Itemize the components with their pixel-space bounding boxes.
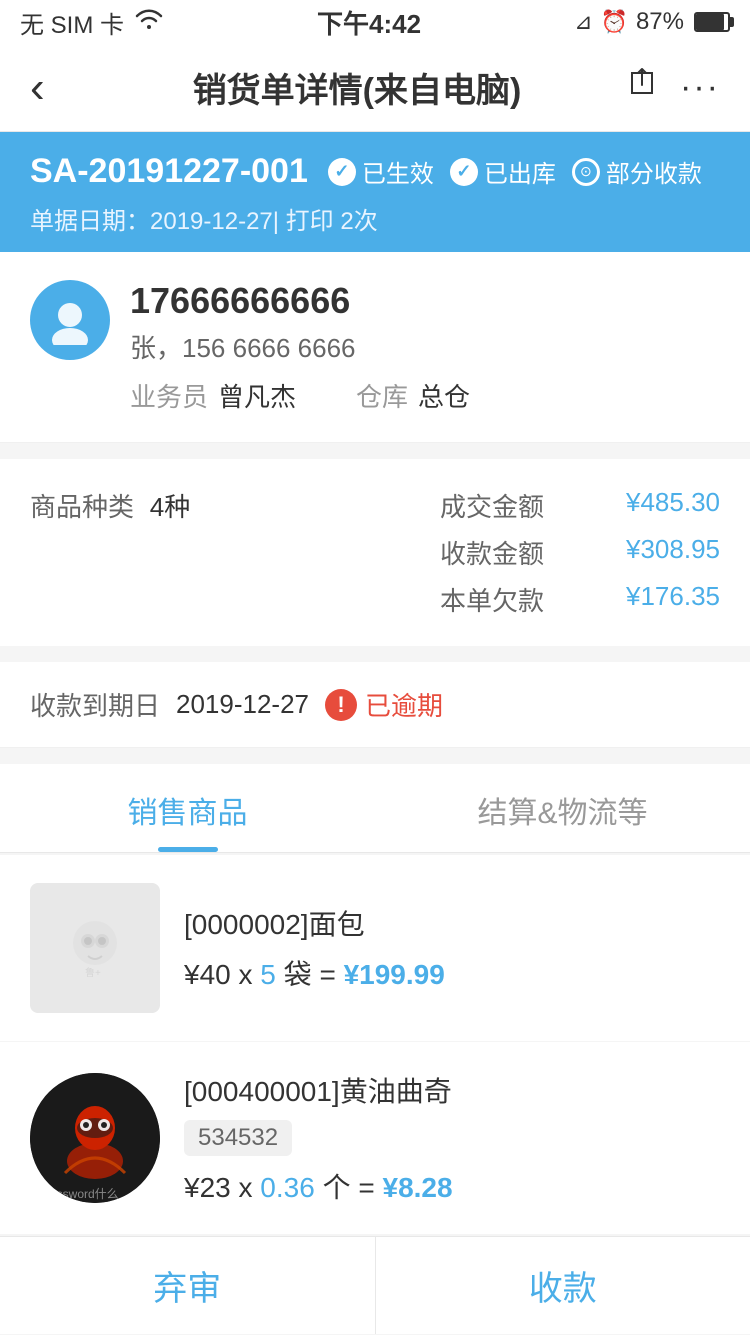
badge-shipped: ✓ 已出库 — [450, 154, 556, 189]
battery-text: 87% — [636, 8, 684, 36]
customer-section: 17666666666 张，156 6666 6666 业务员 曾凡杰 仓库 总… — [0, 252, 750, 443]
due-label: 收款到期日 — [30, 686, 160, 723]
product-info-2: [000400001]黄油曲奇 534532 ¥23 x 0.36 个 = ¥8… — [184, 1070, 720, 1206]
products-section: 鲁+ [0000002]面包 ¥40 x 5 袋 = ¥199.99 — [0, 855, 750, 1235]
customer-id-phone: 17666666666 — [130, 280, 720, 322]
status-bar: 无 SIM 卡 下午4:42 ⊿ ⏰ 87% — [0, 0, 750, 44]
product-name-1: [0000002]面包 — [184, 903, 720, 943]
owed-label: 本单欠款 — [440, 581, 544, 618]
status-badges: ✓ 已生效 ✓ 已出库 ⊙ 部分收款 — [328, 154, 702, 189]
wifi-icon — [134, 7, 164, 38]
clock-icon: ⊙ — [572, 158, 600, 186]
tab-sales-products[interactable]: 销售商品 — [0, 764, 375, 852]
sales-person: 业务员 曾凡杰 — [130, 377, 296, 414]
share-icon[interactable] — [624, 65, 660, 110]
overdue-icon: ! — [325, 689, 357, 721]
product-name-2: [000400001]黄油曲奇 — [184, 1070, 720, 1110]
battery-icon — [694, 12, 730, 32]
svg-text:鲁+: 鲁+ — [85, 966, 101, 979]
types-label: 商品种类 — [30, 492, 134, 522]
alarm-icon: ⏰ — [601, 9, 628, 35]
no-sim-text: 无 SIM 卡 — [20, 5, 124, 40]
tabs-section: 销售商品 结算&物流等 — [0, 764, 750, 853]
date-label: 单据日期： — [30, 208, 150, 235]
svg-text:assword什么: assword什么 — [50, 1187, 119, 1201]
more-icon[interactable]: ··· — [680, 68, 720, 107]
warehouse-value: 总仓 — [418, 377, 470, 414]
header-band: SA-20191227-001 ✓ 已生效 ✓ 已出库 ⊙ 部分收款 单据日期：… — [0, 132, 750, 252]
owed-value: ¥176.35 — [626, 581, 720, 618]
product-image-2: assword什么 — [30, 1073, 160, 1203]
collect-payment-button[interactable]: 收款 — [376, 1237, 750, 1334]
product-price-1: ¥40 x 5 袋 = ¥199.99 — [184, 953, 720, 993]
location-icon: ⊿ — [574, 9, 592, 35]
received-value: ¥308.95 — [626, 534, 720, 571]
types-value: 4种 — [150, 492, 190, 522]
deal-amount-label: 成交金额 — [440, 487, 544, 524]
customer-meta: 业务员 曾凡杰 仓库 总仓 — [130, 377, 720, 414]
due-section: 收款到期日 2019-12-27 ! 已逾期 — [0, 662, 750, 748]
cancel-review-button[interactable]: 弃审 — [0, 1237, 376, 1334]
sales-label: 业务员 — [130, 377, 208, 414]
product-item-2: assword什么 [000400001]黄油曲奇 534532 ¥23 x 0… — [0, 1042, 750, 1235]
product-price-2: ¥23 x 0.36 个 = ¥8.28 — [184, 1166, 720, 1206]
product-info-1: [0000002]面包 ¥40 x 5 袋 = ¥199.99 — [184, 903, 720, 993]
qty-unit-1: 袋 — [284, 959, 312, 990]
badge-partial-payment: ⊙ 部分收款 — [572, 154, 702, 189]
price-base-1: ¥40 — [184, 959, 231, 990]
summary-left: 商品种类 4种 — [30, 487, 190, 524]
qty-unit-2: 个 — [323, 1172, 351, 1203]
due-date-value: 2019-12-27 — [176, 689, 309, 720]
order-id: SA-20191227-001 — [30, 152, 308, 191]
deal-amount-row: 成交金额 ¥485.30 — [440, 487, 720, 524]
product-types: 商品种类 4种 — [30, 487, 190, 524]
avatar — [30, 280, 110, 360]
customer-name-phone: 张，156 6666 6666 — [130, 328, 720, 365]
product-item: 鲁+ [0000002]面包 ¥40 x 5 袋 = ¥199.99 — [0, 855, 750, 1042]
product-image-1: 鲁+ — [30, 883, 160, 1013]
order-date: 2019-12-27 — [150, 208, 273, 235]
bottom-bar: 弃审 收款 — [0, 1236, 750, 1334]
check-icon-1: ✓ — [328, 158, 356, 186]
overdue-badge: ! 已逾期 — [325, 686, 443, 723]
tab-settlement-logistics[interactable]: 结算&物流等 — [375, 764, 750, 852]
warehouse-label: 仓库 — [356, 377, 408, 414]
print-label: | 打印 — [273, 208, 334, 235]
status-left: 无 SIM 卡 — [20, 5, 164, 40]
nav-actions: ··· — [624, 65, 720, 110]
badge-activated: ✓ 已生效 — [328, 154, 434, 189]
header-band-top: SA-20191227-001 ✓ 已生效 ✓ 已出库 ⊙ 部分收款 — [30, 152, 720, 191]
qty-2: 0.36 — [260, 1172, 315, 1203]
page-title: 销货单详情(来自电脑) — [193, 63, 522, 112]
product-sku-2: 534532 — [184, 1120, 292, 1156]
qty-1: 5 — [260, 959, 276, 990]
total-2: ¥8.28 — [383, 1172, 453, 1203]
check-icon-2: ✓ — [450, 158, 478, 186]
deal-amount-value: ¥485.30 — [626, 487, 720, 524]
print-count: 2 — [340, 208, 353, 235]
received-amount-row: 收款金额 ¥308.95 — [440, 534, 720, 571]
warehouse: 仓库 总仓 — [356, 377, 470, 414]
price-base-2: ¥23 — [184, 1172, 231, 1203]
summary-section: 商品种类 4种 成交金额 ¥485.30 收款金额 ¥308.95 本单欠款 ¥… — [0, 459, 750, 646]
print-suffix: 次 — [354, 208, 378, 235]
received-label: 收款金额 — [440, 534, 544, 571]
status-time: 下午4:42 — [317, 4, 421, 41]
status-right: ⊿ ⏰ 87% — [574, 8, 730, 36]
back-button[interactable]: ‹ — [30, 63, 90, 113]
customer-info: 17666666666 张，156 6666 6666 业务员 曾凡杰 仓库 总… — [130, 280, 720, 414]
nav-bar: ‹ 销货单详情(来自电脑) ··· — [0, 44, 750, 132]
total-1: ¥199.99 — [344, 959, 445, 990]
header-date-info: 单据日期：2019-12-27| 打印 2次 — [30, 201, 720, 236]
summary-right: 成交金额 ¥485.30 收款金额 ¥308.95 本单欠款 ¥176.35 — [440, 487, 720, 618]
owed-amount-row: 本单欠款 ¥176.35 — [440, 581, 720, 618]
sales-value: 曾凡杰 — [218, 377, 296, 414]
overdue-text: 已逾期 — [365, 686, 443, 723]
